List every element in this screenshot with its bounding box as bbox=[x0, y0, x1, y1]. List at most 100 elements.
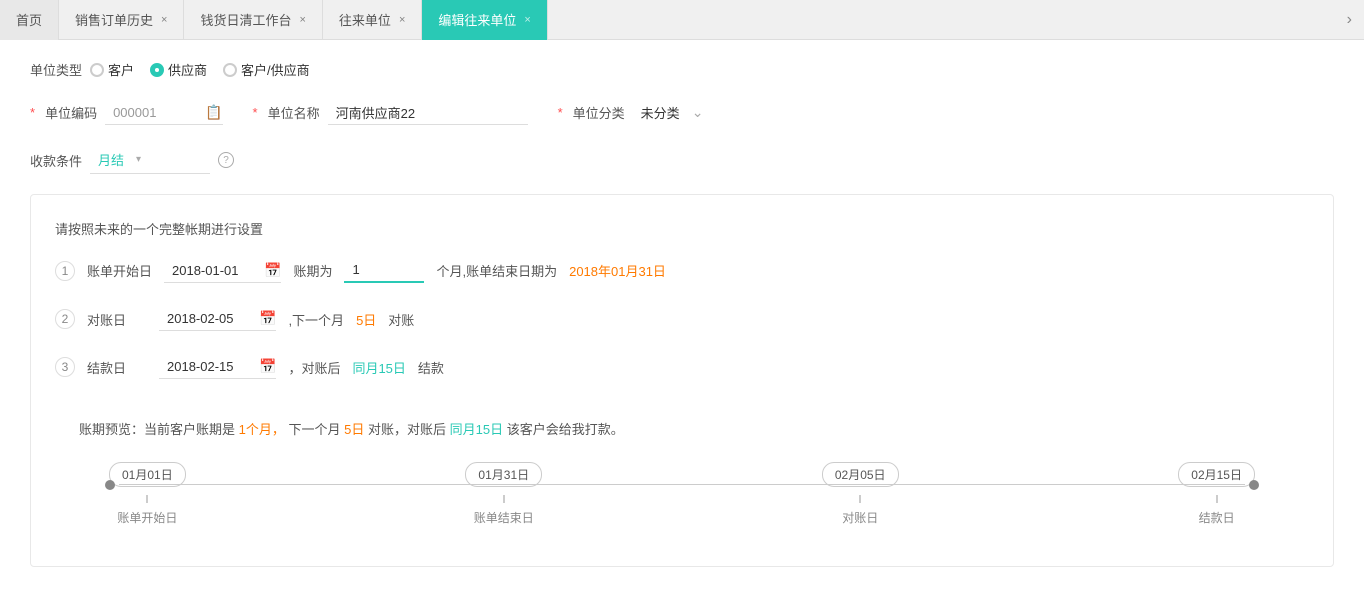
period-date-input-3: 📅 bbox=[159, 355, 276, 379]
unit-code-group: * 单位编码 📋 bbox=[30, 101, 223, 125]
chevron-down-icon: ⌄ bbox=[692, 104, 704, 121]
unit-code-copy-icon[interactable]: 📋 bbox=[205, 104, 222, 121]
timeline-end-dot bbox=[1249, 480, 1259, 490]
unit-code-label: 单位编码 bbox=[45, 103, 97, 122]
calendar-icon-3[interactable]: 📅 bbox=[259, 358, 276, 375]
period-desc-3b: 结款 bbox=[418, 358, 444, 377]
timeline-stem-1 bbox=[146, 495, 148, 503]
period-highlight-2: 5日 bbox=[356, 310, 376, 329]
payment-terms-row: 收款条件 月结 ▾ ? bbox=[30, 146, 1334, 174]
main-content: 单位类型 客户 供应商 客户/供应商 * 单位编码 bbox=[0, 40, 1364, 608]
payment-terms-select[interactable]: 月结 ▾ bbox=[90, 146, 210, 174]
period-desc-prefix-1: 账期为 bbox=[293, 261, 332, 280]
tab-cash-clearing[interactable]: 钱货日清工作台 × bbox=[184, 0, 322, 40]
timeline-container: 01月01日 账单开始日 01月31日 账单结束日 02月05日 bbox=[89, 462, 1275, 526]
timeline-point-4: 02月15日 结款日 bbox=[1178, 462, 1255, 526]
tabs-bar: 首页 销售订单历史 × 钱货日清工作台 × 往来单位 × 编辑往来单位 × › bbox=[0, 0, 1364, 40]
period-row-3: 3 结款日 📅 ，对账后 同月15日 结款 bbox=[55, 355, 1309, 379]
tab-sales-history[interactable]: 销售订单历史 × bbox=[59, 0, 184, 40]
timeline-point-2: 01月31日 账单结束日 bbox=[465, 462, 542, 526]
period-end-date-1: 2018年01月31日 bbox=[569, 261, 666, 280]
help-icon[interactable]: ? bbox=[218, 152, 234, 168]
radio-customer-label: 客户 bbox=[108, 60, 134, 79]
timeline-wrapper: 01月01日 账单开始日 01月31日 账单结束日 02月05日 bbox=[79, 462, 1285, 526]
tab-partner[interactable]: 往来单位 × bbox=[323, 0, 422, 40]
period-date-2[interactable] bbox=[159, 307, 259, 330]
calendar-icon-2[interactable]: 📅 bbox=[259, 310, 276, 327]
radio-supplier[interactable]: 供应商 bbox=[150, 60, 207, 79]
preview-middle-1: 下一个月 bbox=[289, 422, 341, 437]
radio-supplier-circle bbox=[150, 63, 164, 77]
period-index-1: 1 bbox=[55, 261, 75, 281]
period-field-label-2: 对账日 bbox=[87, 310, 147, 329]
period-desc-2b: 对账 bbox=[388, 310, 414, 329]
tab-close-sales-history[interactable]: × bbox=[161, 14, 167, 26]
period-date-3[interactable] bbox=[159, 355, 259, 378]
tab-edit-partner[interactable]: 编辑往来单位 × bbox=[422, 0, 547, 40]
timeline-points: 01月01日 账单开始日 01月31日 账单结束日 02月05日 bbox=[89, 462, 1275, 526]
payment-terms-group: 收款条件 月结 ▾ ? bbox=[30, 146, 234, 174]
tab-close-partner[interactable]: × bbox=[399, 14, 405, 26]
preview-prefix: 账期预览：当前客户账期是 bbox=[79, 422, 235, 437]
payment-terms-value: 月结 bbox=[90, 146, 132, 173]
period-date-input-1: 📅 bbox=[164, 259, 281, 283]
period-date-input-2: 📅 bbox=[159, 307, 276, 331]
period-desc-3a: ，对账后 bbox=[288, 358, 340, 377]
preview-section: 账期预览：当前客户账期是 1个月， 下一个月 5日 对账，对账后 同月15日 该… bbox=[55, 403, 1309, 542]
unit-category-select[interactable]: 未分类 ⌄ bbox=[633, 99, 704, 126]
timeline-point-3: 02月05日 对账日 bbox=[822, 462, 899, 526]
timeline-stem-3 bbox=[859, 495, 861, 503]
timeline-line bbox=[119, 484, 1245, 485]
timeline-label-3: 对账日 bbox=[842, 509, 878, 526]
period-settings-box: 请按照未来的一个完整帐期进行设置 1 账单开始日 📅 账期为 个月,账单结束日期… bbox=[30, 194, 1334, 567]
period-highlight-3: 同月15日 bbox=[352, 358, 405, 377]
period-field-label-1: 账单开始日 bbox=[87, 261, 152, 280]
unit-name-required: * bbox=[253, 105, 258, 120]
unit-code-input-wrapper: 📋 bbox=[105, 101, 222, 125]
period-field-label-3: 结款日 bbox=[87, 358, 147, 377]
timeline-start-dot bbox=[105, 480, 115, 490]
unit-code-input[interactable] bbox=[105, 101, 205, 124]
tabs-scroll-arrow[interactable]: › bbox=[1335, 11, 1364, 29]
period-row-1: 1 账单开始日 📅 账期为 个月,账单结束日期为 2018年01月31日 bbox=[55, 258, 1309, 283]
unit-category-required: * bbox=[558, 105, 563, 120]
tab-close-cash-clearing[interactable]: × bbox=[299, 14, 305, 26]
radio-customer-circle bbox=[90, 63, 104, 77]
unit-category-value: 未分类 bbox=[633, 99, 688, 126]
period-date-1[interactable] bbox=[164, 259, 264, 282]
unit-name-input[interactable] bbox=[328, 101, 528, 125]
period-desc-suffix-1: 个月,账单结束日期为 bbox=[436, 261, 557, 280]
unit-type-row: 单位类型 客户 供应商 客户/供应商 bbox=[30, 60, 1334, 79]
period-index-2: 2 bbox=[55, 309, 75, 329]
period-index-3: 3 bbox=[55, 357, 75, 377]
radio-supplier-label: 供应商 bbox=[168, 60, 207, 79]
timeline-point-1: 01月01日 账单开始日 bbox=[109, 462, 186, 526]
period-settings-title: 请按照未来的一个完整帐期进行设置 bbox=[55, 219, 1309, 238]
timeline-label-1: 账单开始日 bbox=[117, 509, 177, 526]
preview-suffix: 该客户会给我打款。 bbox=[507, 422, 624, 437]
preview-middle-2: 对账，对账后 bbox=[368, 422, 446, 437]
preview-highlight-3: 同月15日 bbox=[450, 422, 503, 437]
tab-home[interactable]: 首页 bbox=[0, 0, 59, 40]
preview-text: 账期预览：当前客户账期是 1个月， 下一个月 5日 对账，对账后 同月15日 该… bbox=[79, 419, 1285, 438]
period-desc-2a: ,下一个月 bbox=[288, 310, 344, 329]
radio-customer-supplier-circle bbox=[223, 63, 237, 77]
tab-close-edit-partner[interactable]: × bbox=[524, 14, 530, 26]
unit-category-group: * 单位分类 未分类 ⌄ bbox=[558, 99, 704, 126]
timeline-label-2: 账单结束日 bbox=[474, 509, 534, 526]
payment-terms-label: 收款条件 bbox=[30, 151, 82, 170]
radio-customer-supplier-label: 客户/供应商 bbox=[241, 60, 310, 79]
period-row-2: 2 对账日 📅 ,下一个月 5日 对账 bbox=[55, 307, 1309, 331]
unit-category-label: 单位分类 bbox=[573, 103, 625, 122]
timeline-stem-2 bbox=[503, 495, 505, 503]
unit-type-group: 单位类型 客户 供应商 客户/供应商 bbox=[30, 60, 310, 79]
radio-customer[interactable]: 客户 bbox=[90, 60, 134, 79]
unit-type-label: 单位类型 bbox=[30, 60, 82, 79]
radio-customer-supplier[interactable]: 客户/供应商 bbox=[223, 60, 310, 79]
preview-highlight-2: 5日 bbox=[344, 422, 364, 437]
calendar-icon-1[interactable]: 📅 bbox=[264, 262, 281, 279]
unit-name-group: * 单位名称 bbox=[253, 101, 528, 125]
unit-info-row: * 单位编码 📋 * 单位名称 * 单位分类 未分类 ⌄ bbox=[30, 99, 1334, 126]
period-months-input[interactable] bbox=[344, 258, 424, 283]
unit-code-required: * bbox=[30, 105, 35, 120]
